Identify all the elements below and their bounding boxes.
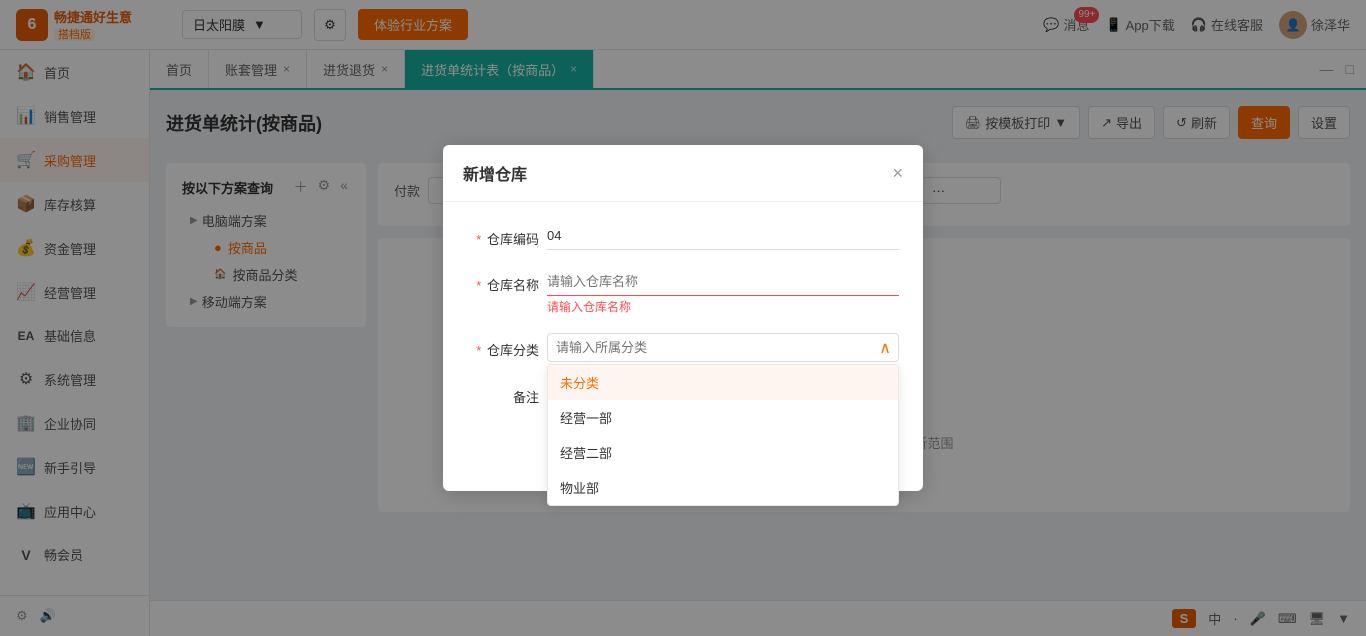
add-warehouse-modal: 新增仓库 × * 仓库编码 * 仓库名称 [443,145,923,491]
modal-overlay: 新增仓库 × * 仓库编码 * 仓库名称 [0,0,1366,636]
category-input[interactable] [547,333,899,362]
name-error-msg: 请输入仓库名称 [547,298,899,315]
category-dropdown-list: 未分类 经营一部 经营二部 物业部 [547,364,899,506]
form-row-code: * 仓库编码 [467,222,899,250]
dropdown-toggle-icon[interactable]: ∧ [879,338,891,358]
form-row-name: * 仓库名称 请输入仓库名称 [467,268,899,315]
modal-close-button[interactable]: × [892,163,903,184]
warehouse-code-input[interactable] [547,222,899,250]
dropdown-item-unclassified[interactable]: 未分类 [548,365,898,400]
dropdown-item-dept1[interactable]: 经营一部 [548,400,898,435]
warehouse-name-input[interactable] [547,268,899,296]
dropdown-item-dept3[interactable]: 物业部 [548,470,898,505]
modal-header: 新增仓库 × [443,145,923,202]
modal-title: 新增仓库 [463,161,527,185]
dropdown-item-dept2[interactable]: 经营二部 [548,435,898,470]
category-dropdown-wrap: ∧ 未分类 经营一部 经营二部 物业部 [547,333,899,362]
modal-body: * 仓库编码 * 仓库名称 请输入仓库名称 [443,202,923,408]
form-row-category: * 仓库分类 ∧ 未分类 经营一部 经营二部 物业部 [467,333,899,362]
